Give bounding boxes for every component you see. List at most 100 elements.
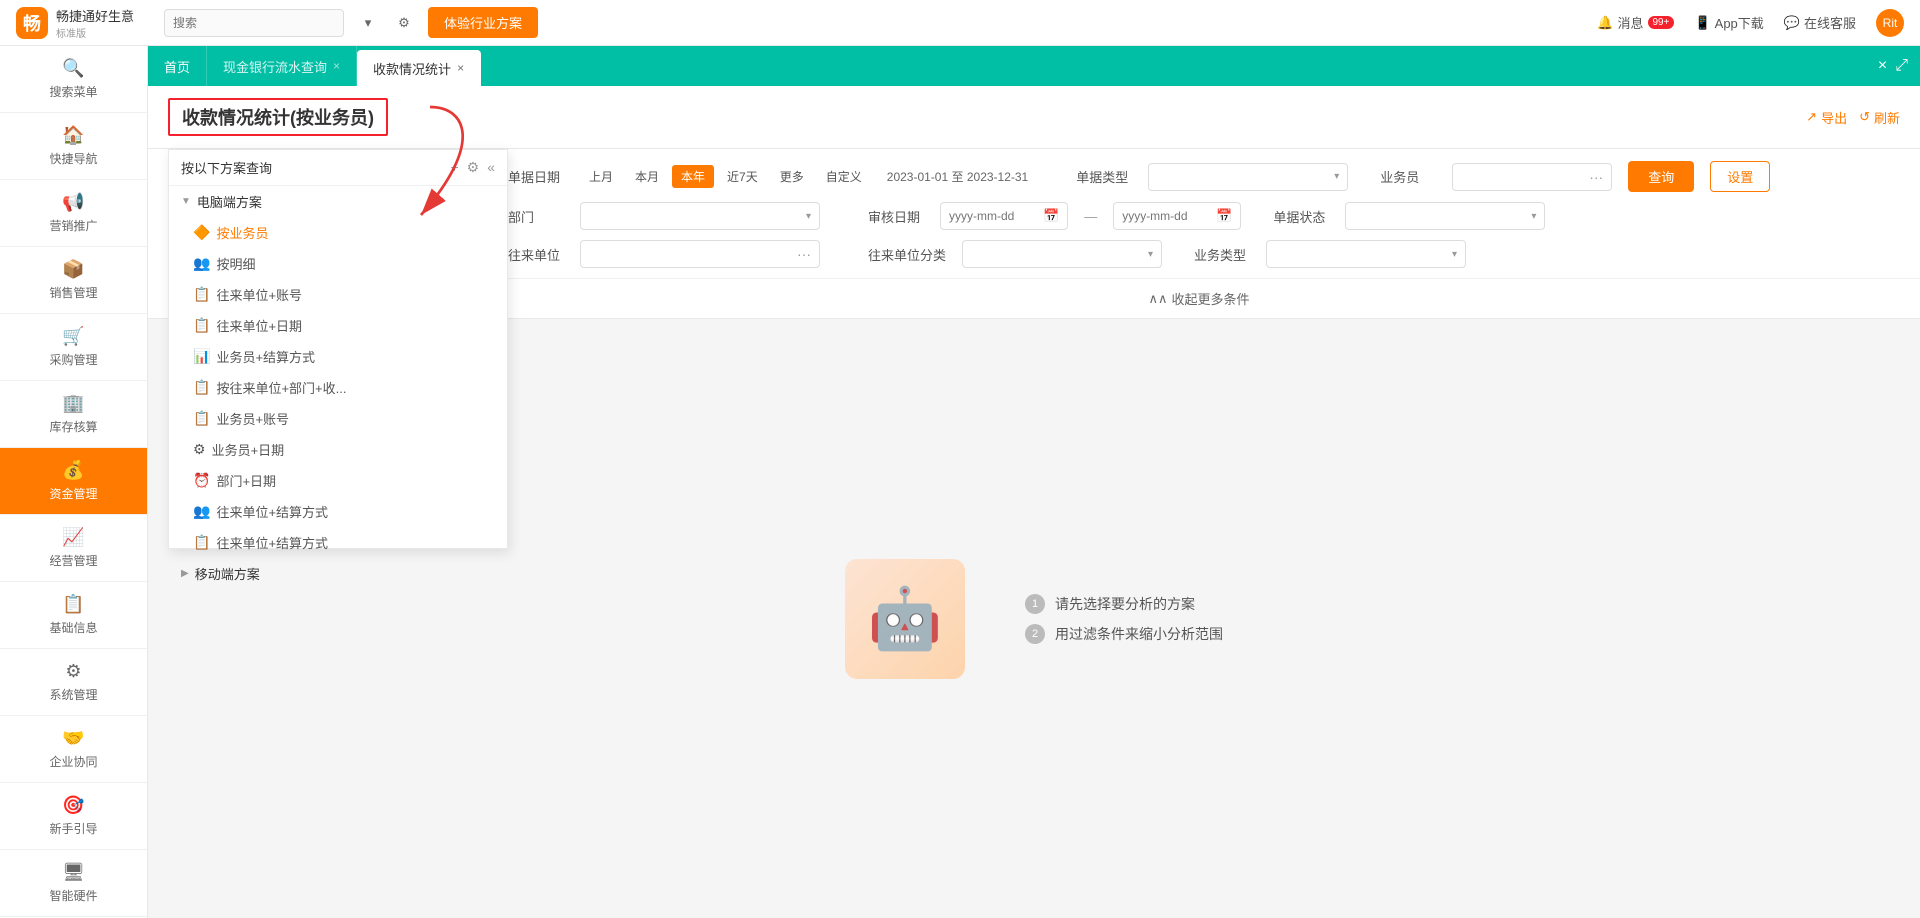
scheme-item-partner-account[interactable]: 📋 往来单位+账号 bbox=[169, 279, 507, 310]
filter-docstatus-select[interactable]: ▾ bbox=[1345, 202, 1545, 230]
collapse-more-bar[interactable]: ∧∧ 收起更多条件 bbox=[488, 278, 1920, 318]
filter-partner-select[interactable]: ··· bbox=[580, 240, 820, 268]
sidebar-item-purchase[interactable]: 🛒 采购管理 bbox=[0, 314, 147, 381]
settings-button[interactable]: 设置 bbox=[1710, 161, 1770, 192]
scheme-item-salesman-icon: 🔶 bbox=[193, 224, 210, 241]
scheme-item-partner-settlement2[interactable]: 📋 往来单位+结算方式 bbox=[169, 527, 507, 558]
sidebar-label-capital: 资金管理 bbox=[49, 485, 97, 502]
tab-bank-flow-label: 现金银行流水查询 bbox=[223, 57, 327, 76]
scheme-item-salesman-date[interactable]: ⚙ 业务员+日期 bbox=[169, 434, 507, 465]
tip-text-1: 请先选择要分析的方案 bbox=[1055, 594, 1195, 614]
tab-bank-flow[interactable]: 现金银行流水查询 × bbox=[207, 46, 357, 86]
filter-review-date-from[interactable]: 📅 bbox=[940, 202, 1068, 230]
filter-partner-category-select[interactable]: ▾ bbox=[962, 240, 1162, 268]
scheme-desktop-group-header[interactable]: ▼ 电脑端方案 bbox=[169, 186, 507, 217]
scheme-item-partner-date[interactable]: 📋 往来单位+日期 bbox=[169, 310, 507, 341]
header-dropdown-icon[interactable]: ▾ bbox=[356, 11, 380, 35]
calendar-icon-from[interactable]: 📅 bbox=[1043, 208, 1059, 224]
sidebar-label-operation: 经营管理 bbox=[49, 552, 97, 569]
export-label: 导出 bbox=[1821, 108, 1847, 127]
scheme-item-salesman-settlement[interactable]: 📊 业务员+结算方式 bbox=[169, 341, 507, 372]
refresh-button[interactable]: ↺ 刷新 bbox=[1859, 108, 1900, 127]
inventory-icon: 🏢 bbox=[62, 393, 84, 414]
sidebar-item-marketing[interactable]: 📢 营销推广 bbox=[0, 180, 147, 247]
sidebar-item-inventory[interactable]: 🏢 库存核算 bbox=[0, 381, 147, 448]
scheme-panel-collapse-button[interactable]: « bbox=[487, 159, 495, 176]
illustration: 🤖 bbox=[845, 559, 965, 679]
sidebar-label-smart-hardware: 智能硬件 bbox=[49, 887, 97, 904]
tab-bank-flow-close[interactable]: × bbox=[333, 59, 340, 73]
calendar-icon-to[interactable]: 📅 bbox=[1216, 208, 1232, 224]
sidebar-item-system[interactable]: ⚙ 系统管理 bbox=[0, 649, 147, 716]
header-search-input[interactable] bbox=[164, 9, 344, 37]
date-tab-last-7days[interactable]: 近7天 bbox=[718, 165, 767, 188]
filter-doctype-select[interactable]: ▾ bbox=[1148, 163, 1348, 191]
tab-close-all-icon[interactable]: × bbox=[1878, 57, 1887, 75]
tab-receipt-stats-close[interactable]: × bbox=[457, 61, 464, 75]
sidebar-item-sales[interactable]: 📦 销售管理 bbox=[0, 247, 147, 314]
filter-business-type-select[interactable]: ▾ bbox=[1266, 240, 1466, 268]
date-tab-custom[interactable]: 自定义 bbox=[817, 165, 871, 188]
sidebar-item-search-menu[interactable]: 🔍 搜索菜单 bbox=[0, 46, 147, 113]
scheme-item-detail-label: 按明细 bbox=[216, 254, 255, 273]
trial-button[interactable]: 体验行业方案 bbox=[428, 7, 538, 38]
sidebar-item-capital[interactable]: 💰 资金管理 bbox=[0, 448, 147, 515]
online-service-item[interactable]: 💬 在线客服 bbox=[1784, 13, 1856, 32]
scheme-item-partner-settlement1[interactable]: 👥 往来单位+结算方式 bbox=[169, 496, 507, 527]
user-avatar[interactable]: Rit bbox=[1876, 9, 1904, 37]
tab-home-label: 首页 bbox=[164, 57, 190, 76]
quick-nav-icon: 🏠 bbox=[62, 125, 84, 146]
tab-receipt-stats[interactable]: 收款情况统计 × bbox=[357, 50, 481, 86]
review-date-to-input[interactable] bbox=[1122, 209, 1212, 223]
tab-maximize-icon[interactable]: ⤢ bbox=[1895, 57, 1908, 75]
sidebar-item-basic-info[interactable]: 📋 基础信息 bbox=[0, 582, 147, 649]
scheme-item-salesman-account[interactable]: 📋 业务员+账号 bbox=[169, 403, 507, 434]
scheme-mobile-group-label: 移动端方案 bbox=[195, 564, 260, 583]
filter-dept-select[interactable]: ▾ bbox=[580, 202, 820, 230]
page-actions: ↗ 导出 ↺ 刷新 bbox=[1806, 108, 1900, 127]
date-tab-this-year[interactable]: 本年 bbox=[672, 165, 714, 188]
review-date-from-input[interactable] bbox=[949, 209, 1039, 223]
filter-review-date-to[interactable]: 📅 bbox=[1113, 202, 1241, 230]
query-button[interactable]: 查询 bbox=[1628, 161, 1694, 192]
filter-date-tabs: 上月 本月 本年 近7天 更多 自定义 bbox=[580, 165, 871, 188]
sidebar-label-purchase: 采购管理 bbox=[49, 351, 97, 368]
marketing-icon: 📢 bbox=[62, 192, 84, 213]
scheme-item-by-detail[interactable]: 👥 按明细 bbox=[169, 248, 507, 279]
scheme-item-dept-date-label: 部门+日期 bbox=[216, 471, 276, 490]
export-button[interactable]: ↗ 导出 bbox=[1806, 108, 1847, 127]
sidebar-item-operation[interactable]: 📈 经营管理 bbox=[0, 515, 147, 582]
date-range-text: 2023-01-01 至 2023-12-31 bbox=[887, 168, 1028, 185]
refresh-label: 刷新 bbox=[1874, 108, 1900, 127]
collapse-more-icon: ∧∧ bbox=[1148, 291, 1167, 307]
filter-business-type-arrow-icon: ▾ bbox=[1452, 249, 1457, 260]
sidebar-label-system: 系统管理 bbox=[49, 686, 97, 703]
scheme-item-dept-date[interactable]: ⏰ 部门+日期 bbox=[169, 465, 507, 496]
filter-section: 按以下方案查询 + ⚙ « ▼ 电脑端方案 🔶 按业 bbox=[148, 149, 1920, 319]
filter-partner-more-icon[interactable]: ··· bbox=[797, 246, 811, 262]
page-title: 收款情况统计(按业务员) bbox=[182, 108, 374, 128]
app-download-item[interactable]: 📱 App下载 bbox=[1694, 13, 1763, 32]
filter-dept-arrow-icon: ▾ bbox=[806, 211, 811, 222]
scheme-add-button[interactable]: + bbox=[450, 159, 458, 176]
tab-home[interactable]: 首页 bbox=[148, 46, 207, 86]
sidebar-item-quick-nav[interactable]: 🏠 快捷导航 bbox=[0, 113, 147, 180]
notification-item[interactable]: 🔔 消息 99+ bbox=[1597, 13, 1674, 32]
scheme-item-partner-dept[interactable]: 📋 按往来单位+部门+收... bbox=[169, 372, 507, 403]
sidebar-item-enterprise[interactable]: 🤝 企业协同 bbox=[0, 716, 147, 783]
filter-doctype-arrow-icon: ▾ bbox=[1334, 171, 1339, 182]
scheme-item-by-salesman[interactable]: 🔶 按业务员 bbox=[169, 217, 507, 248]
filter-salesman-more-icon[interactable]: ··· bbox=[1589, 169, 1603, 185]
scheme-settings-button[interactable]: ⚙ bbox=[467, 159, 480, 176]
header-right: 🔔 消息 99+ 📱 App下载 💬 在线客服 Rit bbox=[1597, 9, 1904, 37]
filter-salesman-select[interactable]: ··· bbox=[1452, 163, 1612, 191]
sidebar-item-smart-hardware[interactable]: 🖥 智能硬件 bbox=[0, 850, 147, 917]
date-tab-prev-month[interactable]: 上月 bbox=[580, 165, 622, 188]
main-layout: 🔍 搜索菜单 🏠 快捷导航 📢 营销推广 📦 销售管理 🛒 采购管理 🏢 库存核… bbox=[0, 46, 1920, 918]
date-tab-more[interactable]: 更多 bbox=[771, 165, 813, 188]
header-gear-icon[interactable]: ⚙ bbox=[392, 11, 416, 35]
filter-docstatus-label: 单据状态 bbox=[1273, 207, 1329, 226]
scheme-mobile-group-header[interactable]: ▶ 移动端方案 bbox=[169, 558, 507, 589]
date-tab-this-month[interactable]: 本月 bbox=[626, 165, 668, 188]
sidebar-item-guide[interactable]: 🎯 新手引导 bbox=[0, 783, 147, 850]
